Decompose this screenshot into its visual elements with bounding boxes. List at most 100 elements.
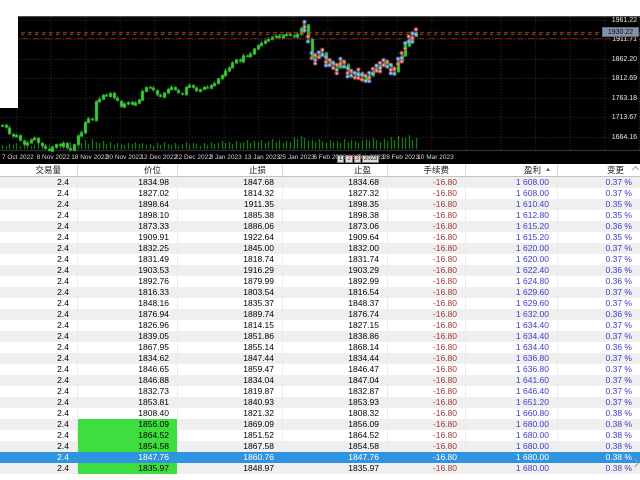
cell-sl: 1814.32 [178,188,283,199]
cell-tp: 1831.74 [283,254,388,265]
cell-price: 1832.73 [78,386,178,397]
cell-change: 0.37 % [605,254,632,264]
table-row[interactable]: 2.4 1867.95 1855.14 1868.14 -16.80 1 634.40 0.… [0,342,640,353]
cell-v: 2.4 [0,375,78,386]
scroll-up-icon[interactable] [631,165,640,174]
table-row[interactable]: 2.4 1808.40 1821.32 1808.32 -16.80 1 660.80 0.… [0,408,640,419]
cell-price: 1876.94 [78,309,178,320]
cell-v: 2.4 [0,419,78,430]
date-axis-label: 8 Nov 2022 [36,154,70,161]
column-header[interactable]: 变更 [558,164,640,176]
cell-change: 0.38 % [605,441,632,451]
cell-profit: 1 651.20 [466,397,558,408]
cell-tp: 1892.99 [283,276,388,287]
sort-asc-icon[interactable]: ▲ [545,164,551,177]
chart-object-tags[interactable]: 1 2 3 2023 [337,155,380,163]
cell-sl: 1855.14 [178,342,283,353]
cell-change: 0.38 % [605,463,632,473]
table-row[interactable]: 2.4 1831.49 1818.74 1831.74 -16.80 1 620.00 0.… [0,254,640,265]
table-row[interactable]: 2.4 1909.91 1922.64 1909.64 -16.80 1 615.20 0.… [0,232,640,243]
cell-profit: 1 680.00 [466,441,558,452]
date-axis-label: 22 Dec 2022 [175,154,212,161]
column-header[interactable]: 止损 [178,164,283,176]
cell-profit: 1 615.20 [466,232,558,243]
table-row[interactable]: 2.4 1864.52 1851.52 1864.52 -16.80 1 680.00 0.… [0,430,640,441]
table-row[interactable]: 2.4 1898.64 1911.35 1898.35 -16.80 1 610.40 0.… [0,199,640,210]
cell-tp: 1846.47 [283,364,388,375]
price-axis-label: 1862.20 [611,56,637,63]
table-row[interactable]: 2.4 1816.33 1803.54 1816.54 -16.80 1 629.60 0.… [0,287,640,298]
table-row[interactable]: 2.4 1826.96 1814.15 1827.15 -16.80 1 634.40 0.… [0,320,640,331]
column-header[interactable]: 价位 [78,164,178,176]
table-row[interactable]: 2.4 1834.98 1847.68 1834.68 -16.80 1 608.00 0.… [0,177,640,188]
cell-tp: 1834.68 [283,177,388,188]
cell-tp: 1898.35 [283,199,388,210]
chart-tag[interactable]: 3 [353,155,362,163]
cell-v: 2.4 [0,331,78,342]
table-row[interactable]: 2.4 1898.10 1885.38 1898.38 -16.80 1 612.80 0.… [0,210,640,221]
table-row[interactable]: 2.4 1827.02 1814.32 1827.32 -16.80 1 608.00 0.… [0,188,640,199]
column-header[interactable]: 交易量 [0,164,78,176]
table-row[interactable]: 2.4 1848.16 1835.37 1848.37 -16.80 1 629.60 0.… [0,298,640,309]
cell-v: 2.4 [0,210,78,221]
cell-price: 1848.16 [78,298,178,309]
price-chart-canvas[interactable] [0,16,640,164]
table-row[interactable]: 2.4 1846.65 1859.47 1846.47 -16.80 1 636.80 0.… [0,364,640,375]
cell-v: 2.4 [0,364,78,375]
cell-change: 0.36 % [605,265,632,275]
table-row[interactable]: 2.4 1846.88 1834.04 1847.04 -16.80 1 641.60 0.… [0,375,640,386]
table-row[interactable]: 2.4 1832.25 1845.00 1832.00 -16.80 1 620.00 0.… [0,243,640,254]
cell-tp: 1903.29 [283,265,388,276]
cell-price: 1808.40 [78,408,178,419]
cell-sl: 1819.87 [178,386,283,397]
cell-comm: -16.80 [388,452,466,463]
cell-sl: 1916.29 [178,265,283,276]
table-row[interactable]: 2.4 1834.62 1847.44 1834.44 -16.80 1 636.80 0.… [0,353,640,364]
cell-comm: -16.80 [388,441,466,452]
cell-tp: 1854.58 [283,441,388,452]
date-axis-label: 28 Feb 2023 [382,154,420,161]
cell-profit: 1 629.60 [466,287,558,298]
cell-comm: -16.80 [388,254,466,265]
cell-sl: 1879.99 [178,276,283,287]
table-row[interactable]: 2.4 1839.05 1851.86 1838.86 -16.80 1 634.40 0.… [0,331,640,342]
table-row[interactable]: 2.4 1835.97 1848.97 1835.97 -16.80 1 680.00 0.… [0,463,640,474]
cell-comm: -16.80 [388,221,466,232]
cell-v: 2.4 [0,221,78,232]
cell-tp: 1868.14 [283,342,388,353]
table-row[interactable]: 2.4 1853.81 1840.93 1853.93 -16.80 1 651.20 0.… [0,397,640,408]
table-row[interactable]: 2.4 1876.94 1889.74 1876.74 -16.80 1 632.00 0.… [0,309,640,320]
cell-tp: 1864.52 [283,430,388,441]
cell-sl: 1840.93 [178,397,283,408]
cell-comm: -16.80 [388,309,466,320]
cell-v: 2.4 [0,254,78,265]
table-row[interactable]: 2.4 1892.76 1879.99 1892.99 -16.80 1 624.80 0.… [0,276,640,287]
table-row[interactable]: 2.4 1832.73 1819.87 1832.87 -16.80 1 646.40 0.… [0,386,640,397]
column-header[interactable]: 盈利 ▲ [466,164,558,176]
cell-sl: 1814.15 [178,320,283,331]
chart-tag[interactable]: 2023 [362,155,380,163]
table-row[interactable]: 2.4 1854.58 1867.58 1854.58 -16.80 1 680.00 0.… [0,441,640,452]
cell-comm: -16.80 [388,243,466,254]
cell-v: 2.4 [0,188,78,199]
cell-price: 1835.97 [78,463,178,474]
cell-comm: -16.80 [388,342,466,353]
cell-sl: 1885.38 [178,210,283,221]
cell-profit: 1 620.00 [466,254,558,265]
chart-tag[interactable]: 2 [345,155,353,163]
cell-sl: 1886.06 [178,221,283,232]
column-header[interactable]: 止盈 [283,164,388,176]
table-row[interactable]: 2.4 1847.76 1860.76 1847.76 -16.80 1 680.00 0.… [0,452,640,463]
cell-v: 2.4 [0,441,78,452]
cell-v: 2.4 [0,276,78,287]
table-row[interactable]: 2.4 1903.53 1916.29 1903.29 -16.80 1 622.40 0.… [0,265,640,276]
column-header[interactable]: 手续费 [388,164,466,176]
cell-profit: 1 634.40 [466,342,558,353]
cell-comm: -16.80 [388,210,466,221]
chart-tag[interactable]: 1 [337,155,345,163]
cell-change: 0.38 % [605,430,632,440]
cell-change: 0.36 % [605,221,632,231]
table-row[interactable]: 2.4 1873.33 1886.06 1873.06 -16.80 1 615.20 0.… [0,221,640,232]
cell-comm: -16.80 [388,430,466,441]
table-row[interactable]: 2.4 1856.09 1869.09 1856.09 -16.80 1 680.00 0.… [0,419,640,430]
